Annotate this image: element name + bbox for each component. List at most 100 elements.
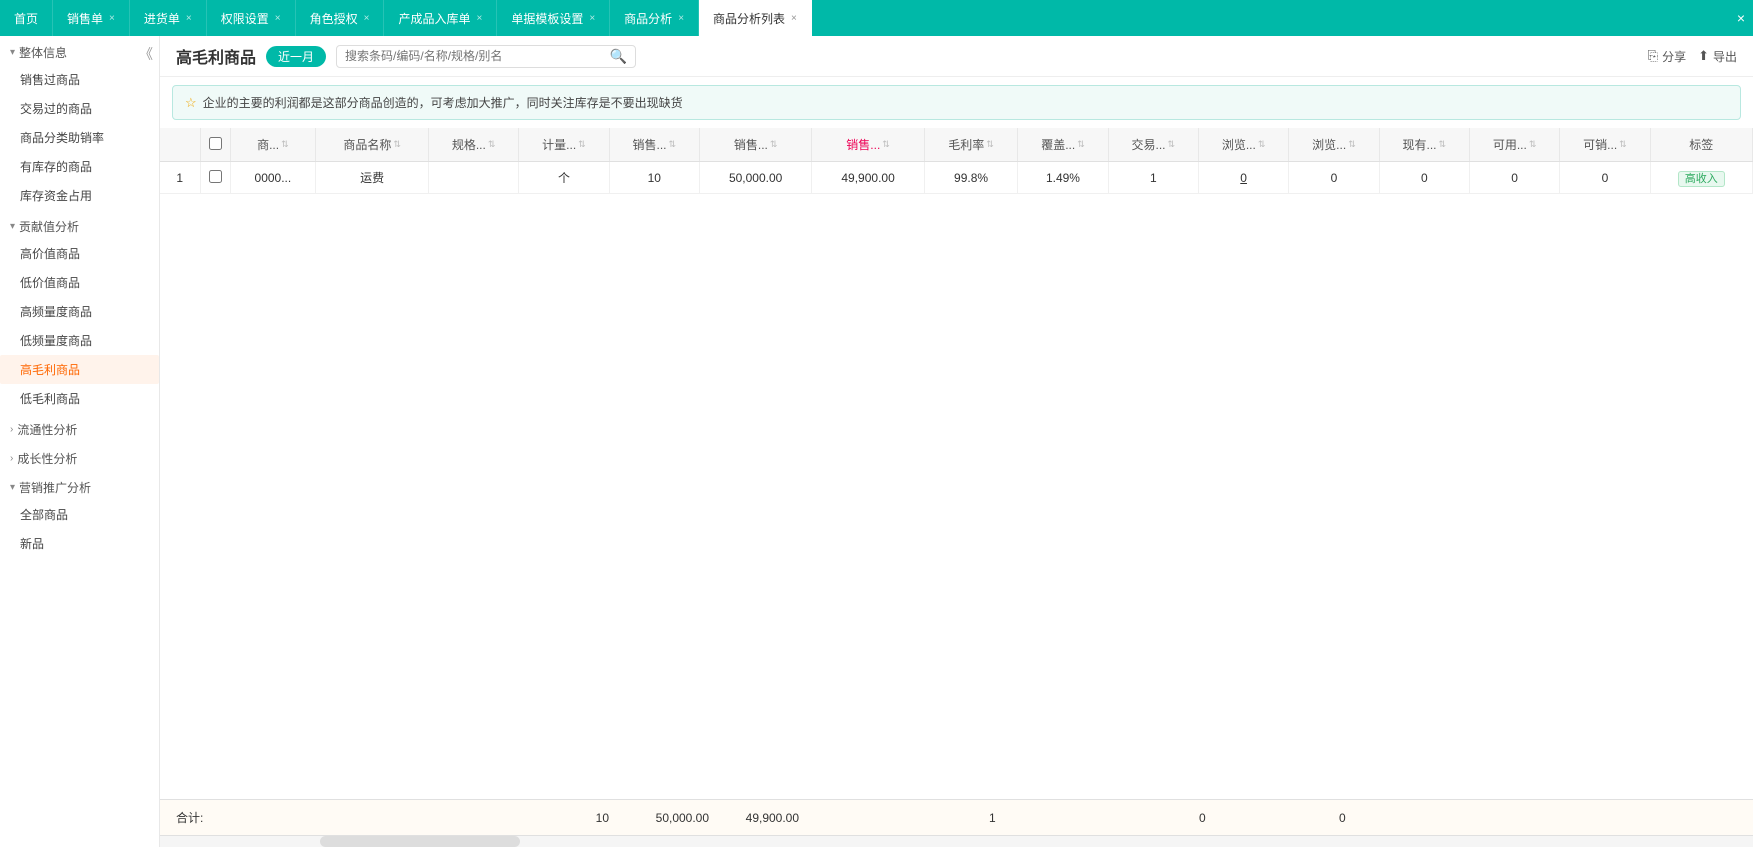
col-tag: 标签 [1650, 128, 1752, 162]
nav-tab-product-analysis-list[interactable]: 商品分析列表 × [699, 0, 812, 36]
sidebar-group-overall[interactable]: ▾ 整体信息 [0, 36, 159, 65]
tip-text: 企业的主要的利润都是这部分商品创造的，可考虑加大推广，同时关注库存是不要出现缺货 [203, 94, 683, 111]
sidebar-item-high-freq[interactable]: 高频量度商品 [0, 297, 159, 326]
sort-saleable-icon: ⇅ [1619, 139, 1627, 150]
arrow-overall-icon: ▾ [10, 47, 15, 58]
col-sales-qty[interactable]: 销售... ⇅ [609, 128, 699, 162]
col-checkbox [200, 128, 230, 162]
horizontal-scrollbar[interactable] [160, 835, 1753, 847]
nav-tab-sales[interactable]: 销售单 × [53, 0, 130, 36]
sort-unit-icon: ⇅ [578, 139, 586, 150]
cell-product-name: 运费 [316, 162, 429, 194]
select-all-checkbox[interactable] [209, 137, 222, 150]
cell-available1: 0 [1379, 162, 1469, 194]
nav-tab-product-entry[interactable]: 产成品入库单 × [384, 0, 497, 36]
cell-sales-amount: 50,000.00 [699, 162, 811, 194]
col-available1[interactable]: 现有... ⇅ [1379, 128, 1469, 162]
nav-tab-purchase[interactable]: 进货单 × [130, 0, 207, 36]
sidebar-item-product-sales-assist[interactable]: 商品分类助销率 [0, 123, 159, 152]
arrow-marketing-icon: ▾ [10, 482, 15, 493]
close-sales-tab[interactable]: × [109, 13, 115, 24]
col-sales-cost[interactable]: 销售... ⇅ [812, 128, 924, 162]
sidebar: 《 ▾ 整体信息 销售过商品 交易过的商品 商品分类助销率 有库存的商品 库存资… [0, 36, 160, 847]
arrow-flow-icon: › [10, 424, 13, 435]
search-icon[interactable]: 🔍 [610, 48, 627, 65]
table-container[interactable]: 商... ⇅ 商品名称 ⇅ 规格... [160, 128, 1753, 799]
close-purchase-tab[interactable]: × [186, 13, 192, 24]
col-gross-margin[interactable]: 毛利率 ⇅ [924, 128, 1018, 162]
row-checkbox[interactable] [209, 170, 222, 183]
sidebar-item-low-freq[interactable]: 低频量度商品 [0, 326, 159, 355]
col-product-name[interactable]: 商品名称 ⇅ [316, 128, 429, 162]
cell-product-code: 0000... [230, 162, 316, 194]
sidebar-collapse-button[interactable]: 《 [139, 44, 153, 64]
filter-button[interactable]: 近一月 [266, 46, 326, 67]
col-browse1[interactable]: 浏览... ⇅ [1198, 128, 1288, 162]
col-unit[interactable]: 计量... ⇅ [519, 128, 609, 162]
col-product-code[interactable]: 商... ⇅ [230, 128, 316, 162]
sidebar-item-low-profit[interactable]: 低毛利商品 [0, 384, 159, 413]
col-cover[interactable]: 覆盖... ⇅ [1018, 128, 1108, 162]
col-available2[interactable]: 可用... ⇅ [1469, 128, 1559, 162]
sort-gross-margin-icon: ⇅ [986, 139, 994, 150]
close-permission-setup-tab[interactable]: × [275, 13, 281, 24]
sidebar-item-inventory-capital[interactable]: 库存资金占用 [0, 181, 159, 210]
cell-gross-margin: 99.8% [924, 162, 1018, 194]
sort-product-name-icon: ⇅ [393, 139, 401, 150]
search-input[interactable] [345, 49, 606, 63]
col-trade[interactable]: 交易... ⇅ [1108, 128, 1198, 162]
cell-spec [428, 162, 518, 194]
cell-tag: 高收入 [1650, 162, 1752, 194]
arrow-growth-icon: › [10, 453, 13, 464]
sidebar-group-growth[interactable]: › 成长性分析 [0, 442, 159, 471]
nav-tab-permission-setup[interactable]: 权限设置 × [207, 0, 296, 36]
sort-browse1-icon: ⇅ [1258, 139, 1266, 150]
close-bill-template-tab[interactable]: × [589, 13, 595, 24]
col-sales-amount[interactable]: 销售... ⇅ [699, 128, 811, 162]
content-area: 高毛利商品 近一月 🔍 ⎘ 分享 ⬆ 导出 ☆ 企业的主要的利润都是这部分商品创… [160, 36, 1753, 847]
sidebar-item-trading-products[interactable]: 交易过的商品 [0, 94, 159, 123]
col-browse2[interactable]: 浏览... ⇅ [1289, 128, 1379, 162]
sidebar-item-all-products[interactable]: 全部商品 [0, 500, 159, 529]
content-header: 高毛利商品 近一月 🔍 ⎘ 分享 ⬆ 导出 [160, 36, 1753, 77]
close-product-analysis-tab[interactable]: × [678, 13, 684, 24]
cell-trade: 1 [1108, 162, 1198, 194]
page-title: 高毛利商品 [176, 44, 256, 68]
cell-browse2: 0 [1289, 162, 1379, 194]
nav-tab-bill-template[interactable]: 单据模板设置 × [497, 0, 610, 36]
sidebar-group-finance[interactable]: ▾ 贡献值分析 [0, 210, 159, 239]
close-product-analysis-list-tab[interactable]: × [791, 13, 797, 24]
footer-available1: 0 [1167, 811, 1237, 825]
share-button[interactable]: ⎘ 分享 [1648, 48, 1686, 65]
sidebar-group-flow[interactable]: › 流通性分析 [0, 413, 159, 442]
sidebar-item-sales-products[interactable]: 销售过商品 [0, 65, 159, 94]
col-saleable[interactable]: 可销... ⇅ [1560, 128, 1650, 162]
footer-sales-cost: 49,900.00 [727, 811, 817, 825]
sort-sales-qty-icon: ⇅ [669, 139, 677, 150]
col-index [160, 128, 200, 162]
nav-tab-product-analysis[interactable]: 商品分析 × [610, 0, 699, 36]
cell-available2: 0 [1469, 162, 1559, 194]
nav-tab-role-permission[interactable]: 角色授权 × [296, 0, 385, 36]
sidebar-item-new-products[interactable]: 新品 [0, 529, 159, 558]
close-role-permission-tab[interactable]: × [364, 13, 370, 24]
sidebar-group-marketing[interactable]: ▾ 营销推广分析 [0, 471, 159, 500]
close-product-entry-tab[interactable]: × [476, 13, 482, 24]
cell-browse1[interactable]: 0 [1198, 162, 1288, 194]
nav-tab-home[interactable]: 首页 [0, 0, 53, 36]
share-icon: ⎘ [1648, 48, 1658, 64]
sort-spec-icon: ⇅ [488, 139, 496, 150]
sidebar-item-low-value[interactable]: 低价值商品 [0, 268, 159, 297]
cell-checkbox[interactable] [200, 162, 230, 194]
sidebar-item-high-value[interactable]: 高价值商品 [0, 239, 159, 268]
arrow-finance-icon: ▾ [10, 221, 15, 232]
export-button[interactable]: ⬆ 导出 [1698, 48, 1737, 65]
sidebar-item-high-profit[interactable]: 高毛利商品 [0, 355, 159, 384]
top-nav: 首页 销售单 × 进货单 × 权限设置 × 角色授权 × 产成品入库单 × 单据… [0, 0, 1753, 36]
cell-unit: 个 [519, 162, 609, 194]
close-all-button[interactable]: × [1737, 10, 1745, 26]
col-spec[interactable]: 规格... ⇅ [428, 128, 518, 162]
cell-index: 1 [160, 162, 200, 194]
header-actions: ⎘ 分享 ⬆ 导出 [1648, 48, 1737, 65]
sidebar-item-inventory-products[interactable]: 有库存的商品 [0, 152, 159, 181]
